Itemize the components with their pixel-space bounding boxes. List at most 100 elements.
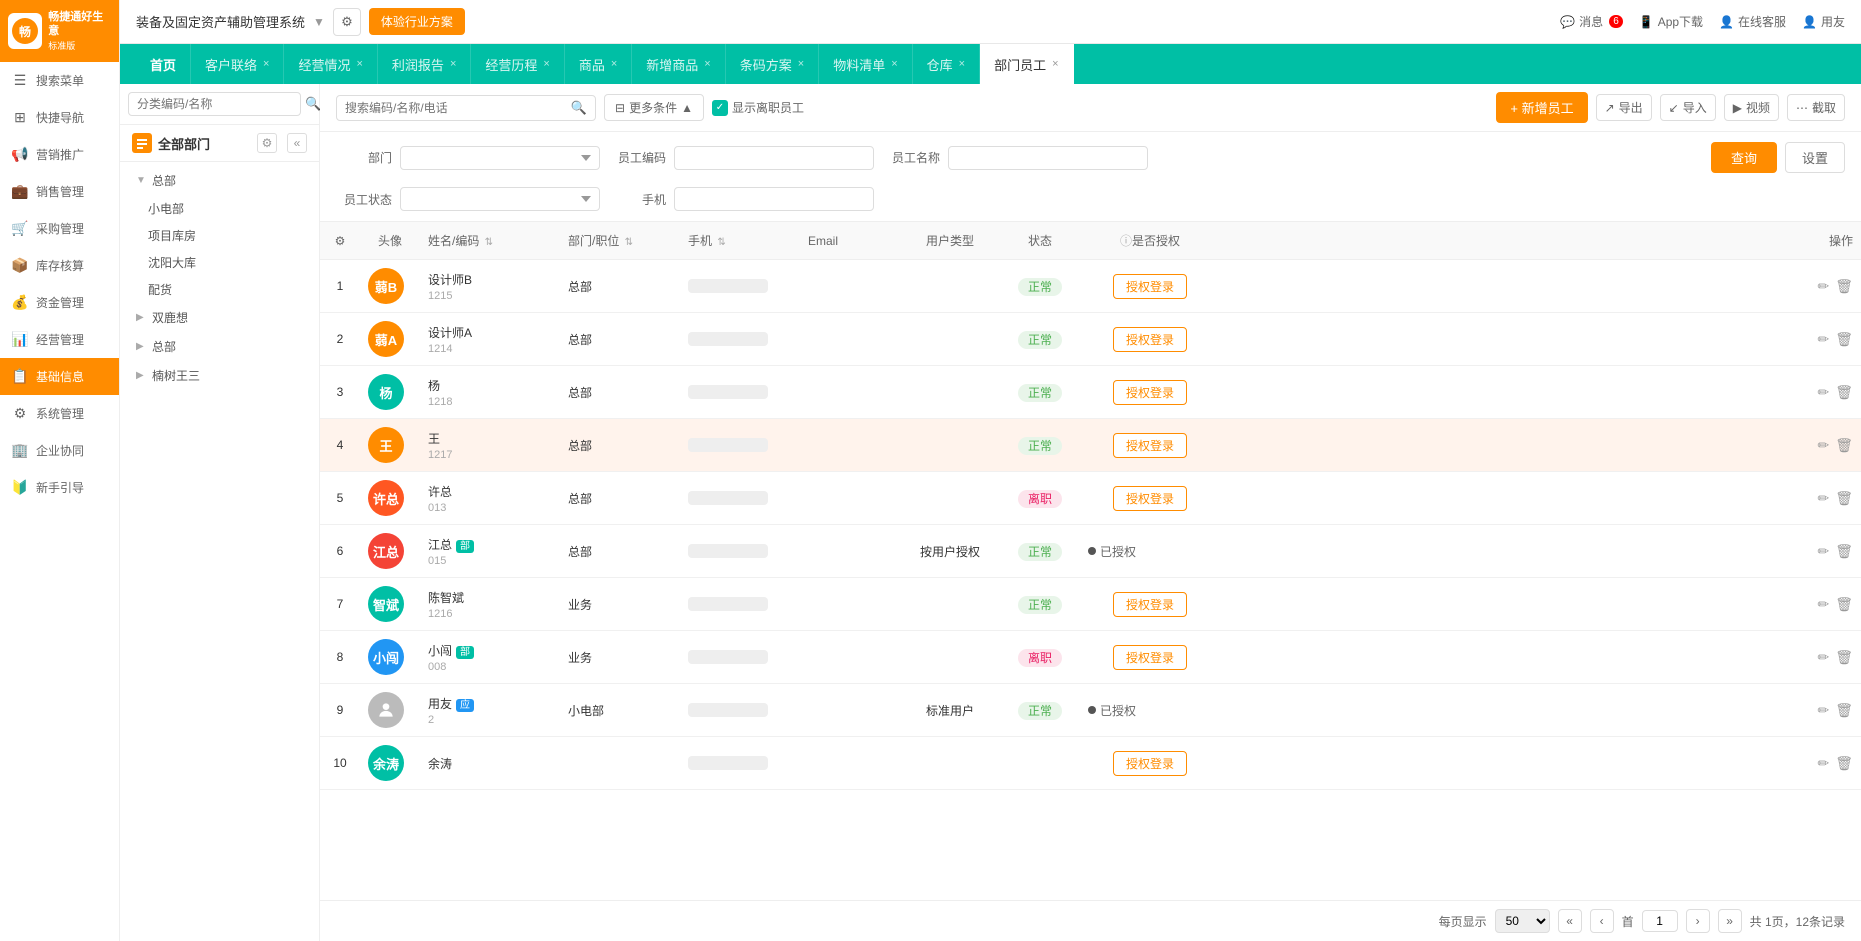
tab-goods[interactable]: 商品 × [565, 44, 632, 84]
filter-name-input[interactable] [948, 146, 1148, 170]
search-icon[interactable]: 🔍 [571, 100, 587, 116]
prev-page-btn[interactable]: ‹ [1590, 909, 1614, 933]
dept-node-headquarters[interactable]: ▼ 总部 [120, 166, 319, 195]
delete-btn[interactable]: 🗑 [1835, 543, 1853, 560]
view-button[interactable]: ▶ 视频 [1724, 94, 1779, 121]
page-size-select[interactable]: 50 100 [1495, 909, 1550, 933]
tab-bom-close[interactable]: × [891, 58, 897, 70]
auth-login-btn[interactable]: 授权登录 [1113, 592, 1187, 617]
delete-btn[interactable]: 🗑 [1835, 278, 1853, 295]
first-page-btn[interactable]: « [1558, 909, 1582, 933]
more-button[interactable]: ⋯ 截取 [1787, 94, 1845, 121]
auth-login-btn[interactable]: 授权登录 [1113, 380, 1187, 405]
sidebar-item-basic-info[interactable]: 📋 基础信息 [0, 358, 119, 395]
auth-login-btn[interactable]: 授权登录 [1113, 433, 1187, 458]
tab-employees-close[interactable]: × [1052, 58, 1058, 70]
sidebar-item-inventory[interactable]: 📦 库存核算 [0, 247, 119, 284]
filter-dept-select[interactable] [400, 146, 600, 170]
sidebar-item-quicknav[interactable]: ⊞ 快捷导航 [0, 99, 119, 136]
auth-login-btn[interactable]: 授权登录 [1113, 645, 1187, 670]
topbar-message[interactable]: 💬 消息 6 [1560, 13, 1623, 30]
tab-operations[interactable]: 经营情况 × [284, 44, 377, 84]
dept-search-input[interactable] [128, 92, 301, 116]
dept-child-peihuo[interactable]: 配货 [120, 276, 319, 303]
sidebar-item-purchase[interactable]: 🛒 采购管理 [0, 210, 119, 247]
delete-btn[interactable]: 🗑 [1835, 437, 1853, 454]
edit-btn[interactable]: ✏ [1817, 384, 1829, 401]
dept-node-shuanglusiang[interactable]: ▶ 双鹿想 [120, 303, 319, 332]
dept-collapse-btn[interactable]: « [287, 133, 307, 153]
resign-checkbox[interactable]: ✓ [712, 100, 728, 116]
edit-btn[interactable]: ✏ [1817, 596, 1829, 613]
delete-btn[interactable]: 🗑 [1835, 331, 1853, 348]
dept-settings-icon[interactable]: ⚙ [257, 133, 277, 153]
edit-btn[interactable]: ✏ [1817, 702, 1829, 719]
search-input[interactable] [345, 101, 567, 115]
topbar-user[interactable]: 👤 用友 [1802, 13, 1845, 30]
dept-node-zongbu[interactable]: ▶ 总部 [120, 332, 319, 361]
sidebar-item-operations[interactable]: 📊 经营管理 [0, 321, 119, 358]
sidebar-item-marketing[interactable]: 📢 营销推广 [0, 136, 119, 173]
tab-goods-close[interactable]: × [611, 58, 617, 70]
filter-phone-input[interactable] [674, 187, 874, 211]
delete-btn[interactable]: 🗑 [1835, 649, 1853, 666]
sidebar-item-finance[interactable]: 💰 资金管理 [0, 284, 119, 321]
import-button[interactable]: ↙ 导入 [1660, 94, 1716, 121]
th-name[interactable]: 姓名/编码 ⇅ [420, 222, 560, 260]
auth-login-btn[interactable]: 授权登录 [1113, 751, 1187, 776]
edit-btn[interactable]: ✏ [1817, 331, 1829, 348]
tab-customer-close[interactable]: × [263, 58, 269, 70]
sidebar-item-search[interactable]: ☰ 搜索菜单 [0, 62, 119, 99]
export-button[interactable]: ↗ 导出 [1596, 94, 1652, 121]
th-phone[interactable]: 手机 ⇅ [680, 222, 800, 260]
auth-login-btn[interactable]: 授权登录 [1113, 327, 1187, 352]
tab-warehouse-close[interactable]: × [959, 58, 965, 70]
dept-child-shenyangdaku[interactable]: 沈阳大库 [120, 249, 319, 276]
tab-new-goods-close[interactable]: × [704, 58, 710, 70]
tab-barcode[interactable]: 条码方案 × [726, 44, 819, 84]
delete-btn[interactable]: 🗑 [1835, 596, 1853, 613]
edit-btn[interactable]: ✏ [1817, 755, 1829, 772]
filter-status-select[interactable] [400, 187, 600, 211]
dept-child-xiaodibu[interactable]: 小电部 [120, 195, 319, 222]
delete-btn[interactable]: 🗑 [1835, 755, 1853, 772]
auth-login-btn[interactable]: 授权登录 [1113, 486, 1187, 511]
edit-btn[interactable]: ✏ [1817, 490, 1829, 507]
tab-profit[interactable]: 利润报告 × [378, 44, 471, 84]
auth-login-btn[interactable]: 授权登录 [1113, 274, 1187, 299]
add-employee-button[interactable]: + 新增员工 [1496, 92, 1587, 123]
page-input[interactable] [1642, 910, 1678, 932]
filter-code-input[interactable] [674, 146, 874, 170]
tab-home[interactable]: 首页 [136, 44, 191, 84]
tab-employees[interactable]: 部门员工 × [980, 44, 1073, 84]
next-page-btn[interactable]: › [1686, 909, 1710, 933]
last-page-btn[interactable]: » [1718, 909, 1742, 933]
sidebar-item-guide[interactable]: 🔰 新手引导 [0, 469, 119, 506]
edit-btn[interactable]: ✏ [1817, 649, 1829, 666]
dept-node-nanshu[interactable]: ▶ 楠树王三 [120, 361, 319, 390]
tab-journey-close[interactable]: × [543, 58, 549, 70]
sidebar-item-enterprise[interactable]: 🏢 企业协同 [0, 432, 119, 469]
delete-btn[interactable]: 🗑 [1835, 384, 1853, 401]
dept-all-label[interactable]: 全部部门 [158, 134, 251, 153]
query-button[interactable]: 查询 [1711, 142, 1777, 173]
dept-search-icon[interactable]: 🔍 [305, 96, 321, 112]
tab-new-goods[interactable]: 新增商品 × [632, 44, 725, 84]
topbar-service[interactable]: 👤 在线客服 [1719, 13, 1786, 30]
show-resign-toggle[interactable]: ✓ 显示离职员工 [712, 99, 804, 116]
tab-profit-close[interactable]: × [450, 58, 456, 70]
tab-warehouse[interactable]: 仓库 × [913, 44, 980, 84]
delete-btn[interactable]: 🗑 [1835, 702, 1853, 719]
th-dept[interactable]: 部门/职位 ⇅ [560, 222, 680, 260]
delete-btn[interactable]: 🗑 [1835, 490, 1853, 507]
edit-btn[interactable]: ✏ [1817, 437, 1829, 454]
sidebar-item-system[interactable]: ⚙ 系统管理 [0, 395, 119, 432]
dept-child-xiangmukufang[interactable]: 项目库房 [120, 222, 319, 249]
tab-barcode-close[interactable]: × [798, 58, 804, 70]
topbar-gear-btn[interactable]: ⚙ [333, 8, 361, 36]
tab-operations-close[interactable]: × [356, 58, 362, 70]
settings-icon[interactable]: ⚙ [335, 234, 346, 248]
sidebar-item-sales[interactable]: 💼 销售管理 [0, 173, 119, 210]
edit-btn[interactable]: ✏ [1817, 278, 1829, 295]
more-filter-btn[interactable]: ⊟ 更多条件 ▲ [604, 94, 704, 121]
